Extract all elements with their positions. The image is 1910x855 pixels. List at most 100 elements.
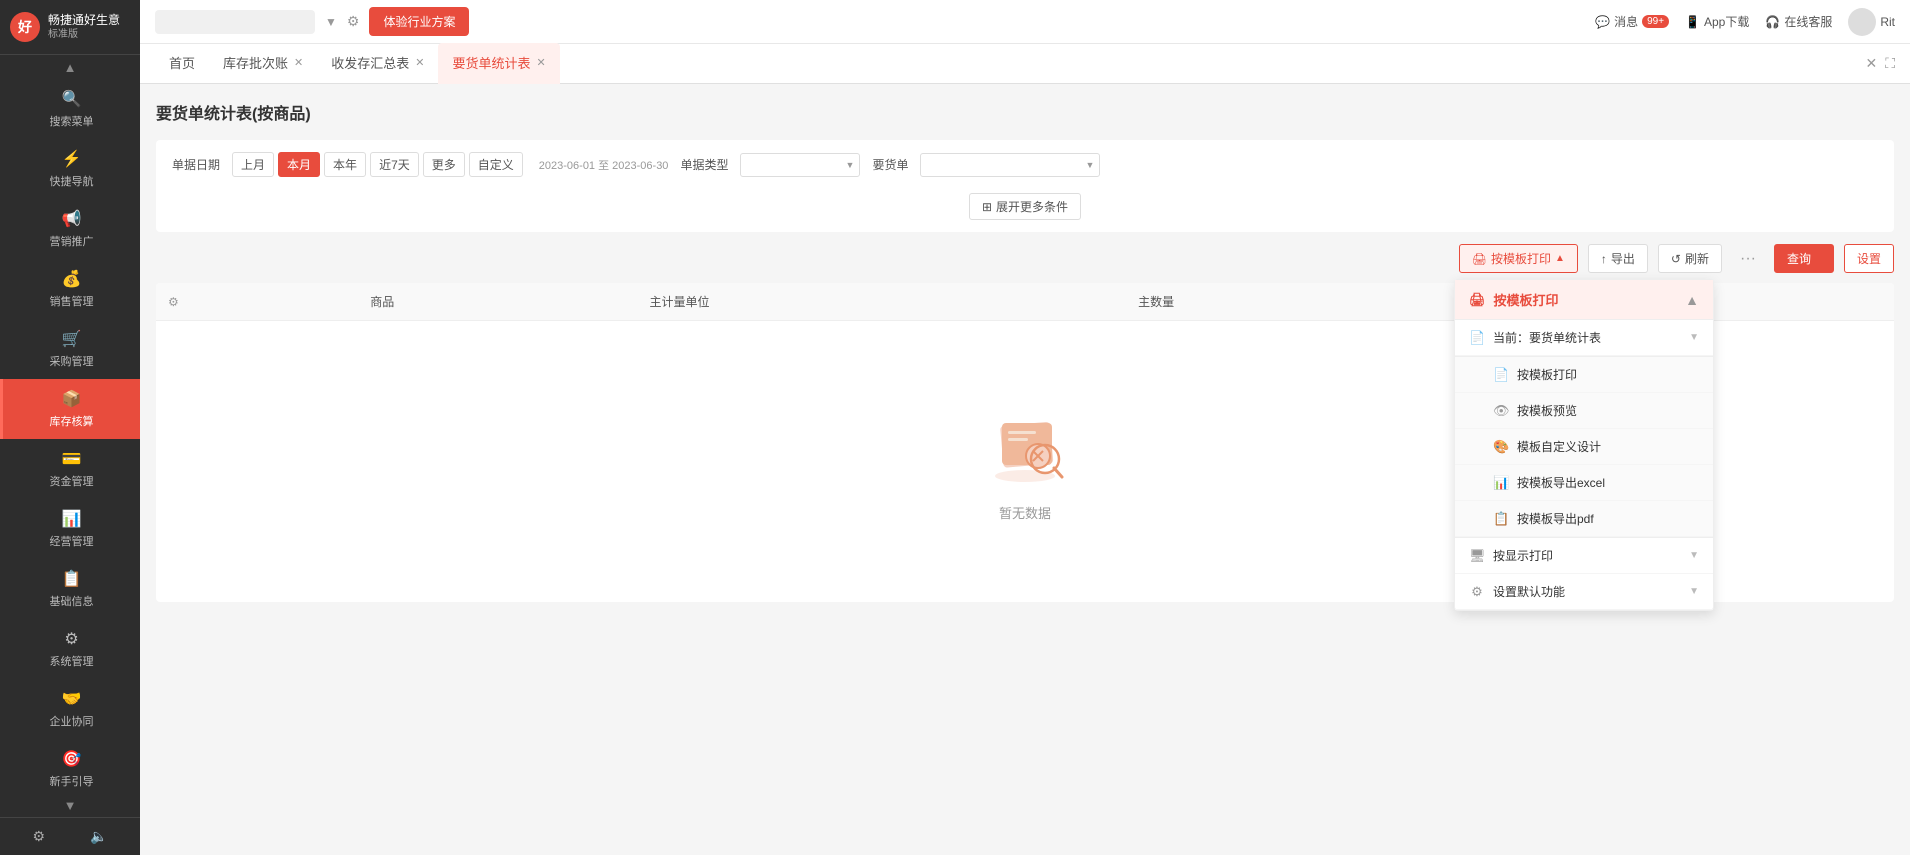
expand-icon: ⊞ [982,200,992,214]
sound-footer-btn[interactable]: 🔈 [90,828,107,845]
sidebar-item-label-search: 搜索菜单 [50,113,94,129]
tab-maximize-btn[interactable]: ⛶ [1885,55,1895,72]
sidebar-scroll-down[interactable]: ▼ [0,793,140,817]
sidebar-item-inventory[interactable]: 📦 库存核算 [0,379,140,439]
date-btn-0[interactable]: 上月 [232,152,274,177]
dropdown-item-template-pdf[interactable]: 📋 按模板导出pdf [1455,501,1713,537]
sidebar-item-label-guide: 新手引导 [50,773,94,789]
set-default-icon: ⚙ [1469,584,1485,600]
sidebar-item-marketing[interactable]: 📢 营销推广 [0,199,140,259]
app-download-icon: 📱 [1685,15,1700,29]
sales-icon: 💰 [62,269,82,289]
date-btn-3[interactable]: 近7天 [370,152,419,177]
sidebar-item-label-finance: 资金管理 [50,473,94,489]
expand-btn[interactable]: ⊞ 展开更多条件 [969,193,1081,220]
requisition-filter-label: 要货单 [872,156,908,173]
sidebar-item-guide[interactable]: 🎯 新手引导 [0,739,140,793]
sidebar-scroll-up[interactable]: ▲ [0,55,140,79]
sidebar-item-label-nav: 快捷导航 [50,173,94,189]
order-type-select[interactable] [740,153,860,177]
sidebar-item-basic[interactable]: 📋 基础信息 [0,559,140,619]
dropdown-display-print[interactable]: 🖥 按显示打印 ▼ [1455,538,1713,574]
dropdown-item-label-template-design: 模板自定义设计 [1517,438,1601,455]
dropdown-item-template-preview[interactable]: 👁 按模板预览 [1455,393,1713,429]
user-avatar[interactable]: Rit [1848,8,1895,36]
template-excel-icon: 📊 [1493,475,1509,491]
refresh-btn[interactable]: ↺ 刷新 [1658,244,1722,273]
date-btn-2[interactable]: 本年 [324,152,366,177]
app-download-btn[interactable]: 📱 App下载 [1685,13,1749,30]
settings-btn[interactable]: 设置 [1844,244,1894,273]
online-service-btn[interactable]: 🎧 在线客服 [1765,13,1832,30]
action-bar: 🖨 按模板打印 ▲ ↑ 导出 ↺ 刷新 ··· 查询 设置 🖨 按模板打印 [156,244,1894,273]
dropdown-current-label: 当前：要货单统计表 [1493,329,1601,346]
query-btn[interactable]: 查询 [1774,244,1834,273]
topbar-left: ▼ ⚙ 体验行业方案 [155,7,469,36]
dropdown-current-item[interactable]: 📄 当前：要货单统计表 ▼ [1455,320,1713,356]
sidebar-item-label-sales: 销售管理 [50,293,94,309]
dropdown-item-template-design[interactable]: 🎨 模板自定义设计 [1455,429,1713,465]
main-area: ▼ ⚙ 体验行业方案 💬 消息 99+ 📱 App下载 🎧 在线客服 Rit [140,0,1910,855]
tabs-list: 首页库存批次账✕收发存汇总表✕要货单统计表✕ [155,43,1865,84]
finance-icon: 💳 [62,449,82,469]
sidebar-item-operation[interactable]: 📊 经营管理 [0,499,140,559]
dropdown-item-template-print[interactable]: 📄 按模板打印 [1455,357,1713,393]
message-btn[interactable]: 💬 消息 99+ [1595,13,1669,30]
template-pdf-icon: 📋 [1493,511,1509,527]
topbar-chevron-icon[interactable]: ▼ [325,15,337,29]
tab-close-all-btn[interactable]: ✕ [1865,55,1877,72]
sidebar-item-cooperation[interactable]: 🤝 企业协同 [0,679,140,739]
tab-summary[interactable]: 收发存汇总表✕ [317,43,438,84]
sidebar-item-search[interactable]: 🔍 搜索菜单 [0,79,140,139]
message-icon: 💬 [1595,15,1610,29]
dropdown-item-template-excel[interactable]: 📊 按模板导出excel [1455,465,1713,501]
content-area: 要货单统计表(按商品) 单据日期 上月本月本年近7天更多自定义 2023-06-… [140,84,1910,855]
date-range-display: 2023-06-01 至 2023-06-30 [539,157,669,173]
topbar-search-input[interactable] [155,10,315,34]
col-header-settings[interactable]: ⚙ [156,283,358,321]
tab-close-summary[interactable]: ✕ [415,56,424,69]
app-logo: 好 畅捷通好生意 标准版 [0,0,140,55]
basic-icon: 📋 [62,569,82,589]
requisition-select[interactable] [920,153,1100,177]
dropdown-current-section: 📄 当前：要货单统计表 ▼ [1455,320,1713,357]
tab-requisition[interactable]: 要货单统计表✕ [438,43,559,84]
tab-close-requisition[interactable]: ✕ [537,56,546,69]
date-btn-4[interactable]: 更多 [423,152,465,177]
tab-close-batch[interactable]: ✕ [294,56,303,69]
date-btn-1[interactable]: 本月 [278,152,320,177]
date-btn-5[interactable]: 自定义 [469,152,523,177]
trial-btn[interactable]: 体验行业方案 [369,7,469,36]
app-name: 畅捷通好生意 [48,13,120,29]
sidebar-item-label-inventory: 库存核算 [50,413,94,429]
sidebar-item-finance[interactable]: 💳 资金管理 [0,439,140,499]
dropdown-items-section: 📄 按模板打印 👁 按模板预览 🎨 模板自定义设计 📊 按模板导出excel 📋… [1455,357,1713,538]
export-btn[interactable]: ↑ 导出 [1588,244,1648,273]
sidebar-item-label-purchase: 采购管理 [50,353,94,369]
online-service-label: 在线客服 [1784,13,1832,30]
refresh-label: 刷新 [1685,250,1709,267]
tab-batch[interactable]: 库存批次账✕ [209,43,317,84]
set-default-chevron-icon: ▼ [1689,586,1699,597]
dropdown-header: 🖨 按模板打印 ▲ [1455,280,1713,320]
settings-footer-btn[interactable]: ⚙ [33,828,46,845]
filter-bar: 单据日期 上月本月本年近7天更多自定义 2023-06-01 至 2023-06… [156,140,1894,232]
sidebar-item-nav[interactable]: ⚡ 快捷导航 [0,139,140,199]
app-download-label: App下载 [1704,13,1749,30]
refresh-icon: ↺ [1671,252,1681,266]
search-icon: 🔍 [62,89,82,109]
sidebar-item-system[interactable]: ⚙ 系统管理 [0,619,140,679]
print-chevron-icon: ▲ [1555,253,1565,264]
topbar-gear-icon[interactable]: ⚙ [347,13,360,30]
display-print-icon: 🖥 [1469,548,1485,564]
inventory-icon: 📦 [62,389,82,409]
dropdown-close-btn[interactable]: ▲ [1685,292,1699,308]
sidebar-item-sales[interactable]: 💰 销售管理 [0,259,140,319]
print-btn[interactable]: 🖨 按模板打印 ▲ [1459,244,1578,273]
sidebar-item-purchase[interactable]: 🛒 采购管理 [0,319,140,379]
tab-home[interactable]: 首页 [155,43,209,84]
dots-btn[interactable]: ··· [1732,245,1764,273]
nav-icon: ⚡ [62,149,82,169]
app-version: 标准版 [48,28,120,41]
dropdown-set-default[interactable]: ⚙ 设置默认功能 ▼ [1455,574,1713,610]
